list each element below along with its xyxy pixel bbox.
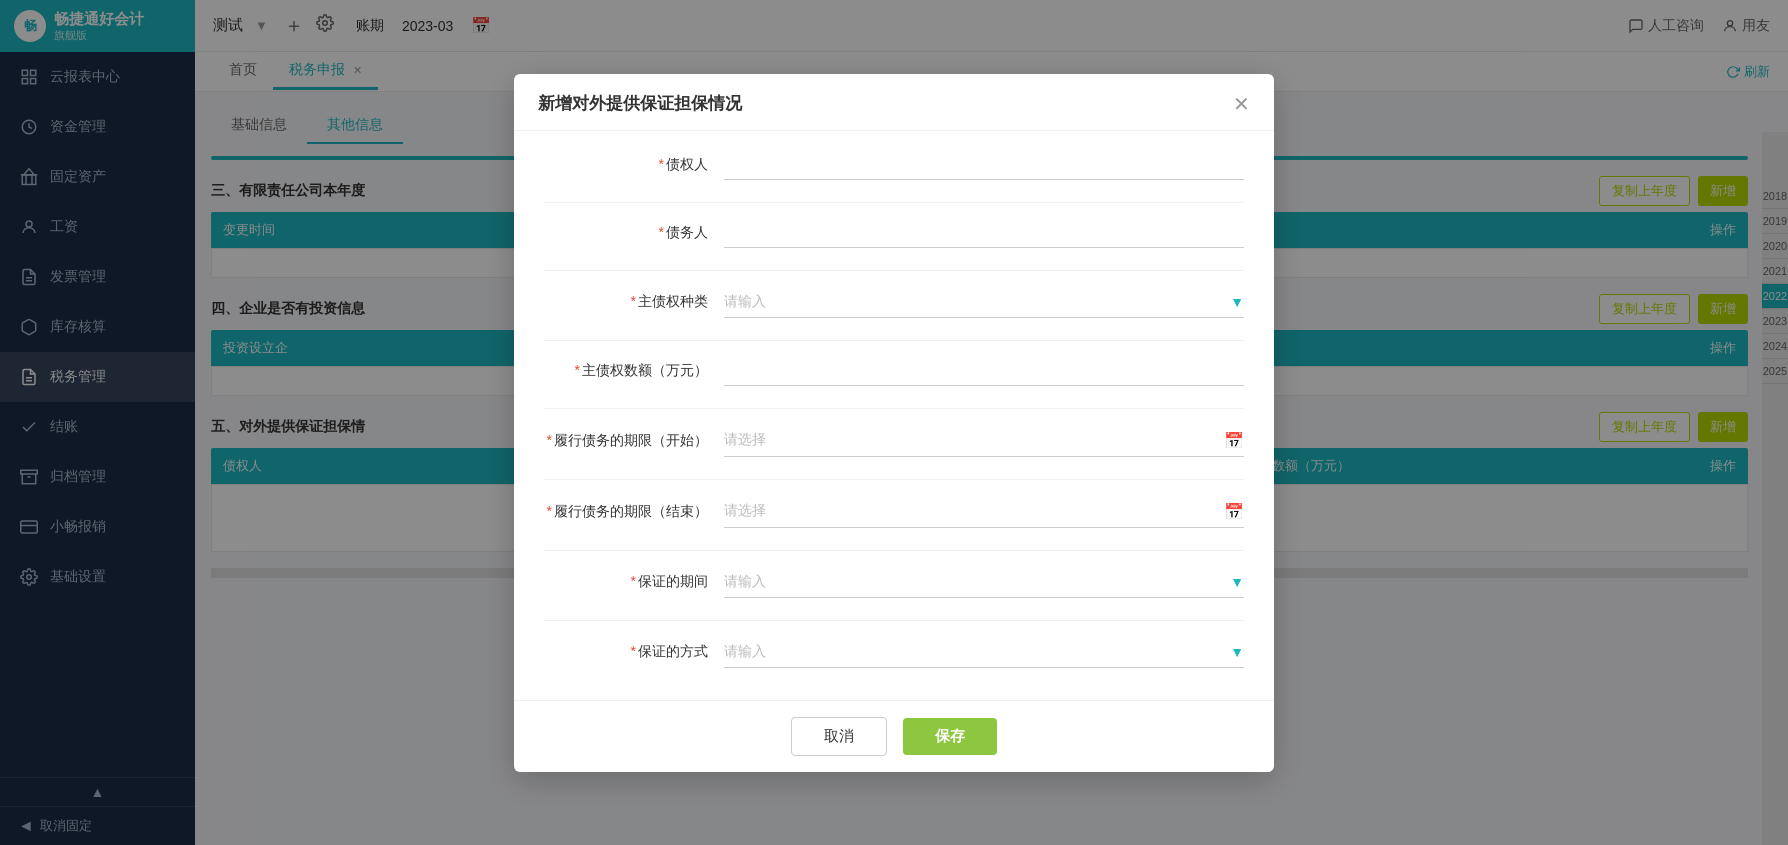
claim-type-select[interactable]: 请输入 ▼	[724, 287, 1244, 318]
form-row-guarantee-method: *保证的方式 请输入 ▼	[544, 637, 1244, 668]
guarantee-method-required: *	[631, 643, 636, 659]
claim-amount-label: *主债权数额（万元）	[544, 362, 724, 380]
period-start-picker[interactable]: 请选择 📅	[724, 425, 1244, 457]
divider-1	[544, 202, 1244, 203]
claim-amount-required: *	[575, 362, 580, 378]
creditor-label: *债权人	[544, 156, 724, 174]
modal-overlay: 新增对外提供保证担保情况 ✕ *债权人 *债务人	[0, 0, 1788, 845]
add-guarantee-modal: 新增对外提供保证担保情况 ✕ *债权人 *债务人	[514, 74, 1274, 772]
divider-2	[544, 270, 1244, 271]
save-btn[interactable]: 保存	[903, 718, 997, 755]
modal-title: 新增对外提供保证担保情况	[538, 92, 742, 115]
claim-type-label: *主债权种类	[544, 293, 724, 311]
guarantee-method-placeholder: 请输入	[724, 643, 766, 661]
guarantee-period-required: *	[631, 573, 636, 589]
period-end-placeholder: 请选择	[724, 502, 766, 520]
debtor-required-mark: *	[659, 224, 664, 240]
modal-close-btn[interactable]: ✕	[1233, 92, 1250, 116]
guarantee-method-label: *保证的方式	[544, 643, 724, 661]
modal-body: *债权人 *债务人 *主债权种类 请输入 ▼	[514, 131, 1274, 700]
period-start-cal-icon: 📅	[1224, 431, 1244, 450]
form-row-period-end: *履行债务的期限（结束） 请选择 📅	[544, 496, 1244, 528]
claim-type-placeholder: 请输入	[724, 293, 766, 311]
period-end-required: *	[547, 503, 552, 519]
divider-4	[544, 408, 1244, 409]
claim-amount-input[interactable]	[724, 357, 1244, 386]
claim-type-arrow-icon: ▼	[1230, 294, 1244, 310]
period-start-label: *履行债务的期限（开始）	[544, 432, 724, 450]
guarantee-method-select[interactable]: 请输入 ▼	[724, 637, 1244, 668]
period-end-cal-icon: 📅	[1224, 502, 1244, 521]
guarantee-period-placeholder: 请输入	[724, 573, 766, 591]
form-row-claim-amount: *主债权数额（万元）	[544, 357, 1244, 386]
divider-6	[544, 550, 1244, 551]
modal-footer: 取消 保存	[514, 700, 1274, 772]
divider-3	[544, 340, 1244, 341]
period-end-picker[interactable]: 请选择 📅	[724, 496, 1244, 528]
period-end-label: *履行债务的期限（结束）	[544, 503, 724, 521]
creditor-input[interactable]	[724, 151, 1244, 180]
debtor-input[interactable]	[724, 219, 1244, 248]
claim-type-required: *	[631, 293, 636, 309]
guarantee-method-arrow-icon: ▼	[1230, 644, 1244, 660]
guarantee-period-select[interactable]: 请输入 ▼	[724, 567, 1244, 598]
guarantee-period-arrow-icon: ▼	[1230, 574, 1244, 590]
divider-5	[544, 479, 1244, 480]
divider-7	[544, 620, 1244, 621]
form-row-debtor: *债务人	[544, 219, 1244, 248]
creditor-required-mark: *	[659, 156, 664, 172]
cancel-btn[interactable]: 取消	[791, 717, 887, 756]
period-start-required: *	[547, 432, 552, 448]
period-start-placeholder: 请选择	[724, 431, 766, 449]
debtor-label: *债务人	[544, 224, 724, 242]
form-row-claim-type: *主债权种类 请输入 ▼	[544, 287, 1244, 318]
guarantee-period-label: *保证的期间	[544, 573, 724, 591]
form-row-guarantee-period: *保证的期间 请输入 ▼	[544, 567, 1244, 598]
form-row-period-start: *履行债务的期限（开始） 请选择 📅	[544, 425, 1244, 457]
modal-header: 新增对外提供保证担保情况 ✕	[514, 74, 1274, 131]
form-row-creditor: *债权人	[544, 151, 1244, 180]
